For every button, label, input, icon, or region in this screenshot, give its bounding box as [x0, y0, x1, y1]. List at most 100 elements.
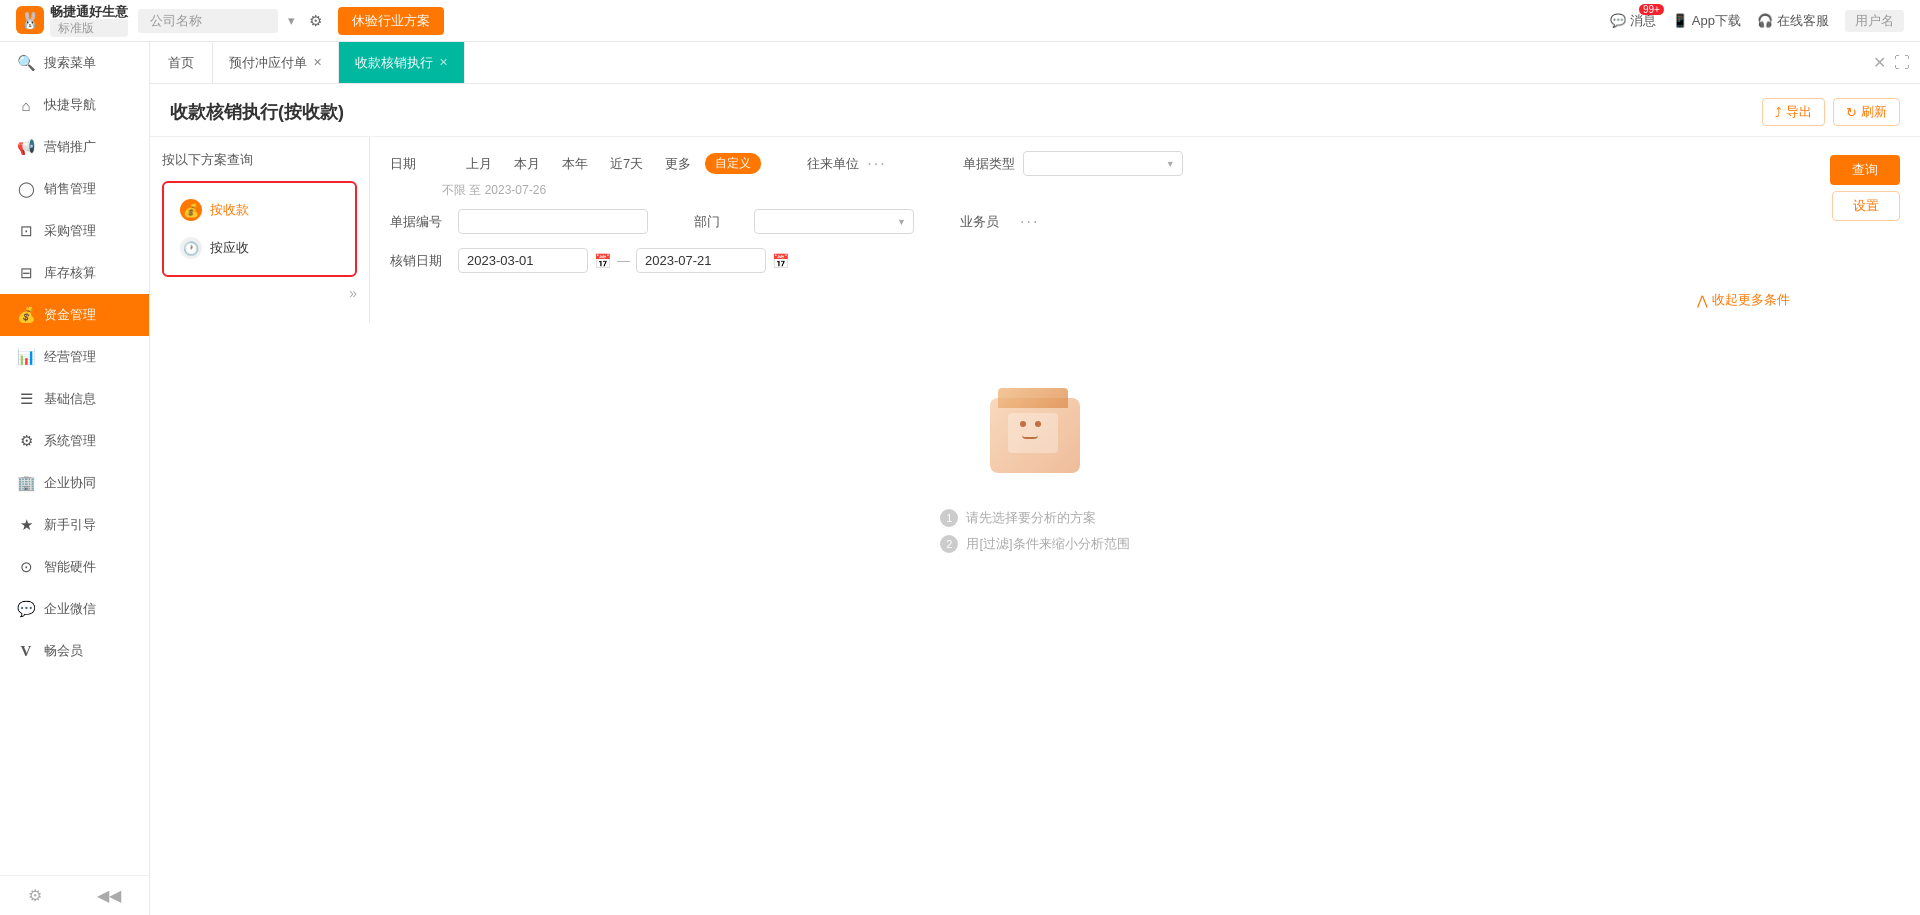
sidebar-item-system[interactable]: ⚙ 系统管理: [0, 420, 149, 462]
setting-button[interactable]: 设置: [1832, 191, 1900, 221]
dept-label: 部门: [694, 213, 746, 231]
sidebar-item-enterprise[interactable]: 🏢 企业协同: [0, 462, 149, 504]
tab-home[interactable]: 首页: [150, 42, 213, 83]
service-icon: 🎧: [1757, 13, 1773, 28]
message-badge: 99+: [1639, 4, 1664, 15]
writeoff-date-end[interactable]: 2023-07-21: [636, 248, 766, 273]
empty-hint-1: 1 请先选择要分析的方案: [940, 509, 1096, 527]
filter-receivable-icon: 🕐: [180, 237, 202, 259]
collapse-more-label: 收起更多条件: [1712, 291, 1790, 309]
sidebar-item-quicknav[interactable]: ⌂ 快捷导航: [0, 84, 149, 126]
tab-prepay-close[interactable]: ✕: [313, 56, 322, 69]
system-icon: ⚙: [16, 432, 36, 450]
page-inner: 收款核销执行(按收款) ⤴ 导出 ↻ 刷新: [150, 84, 1920, 915]
date-btn-lastmonth[interactable]: 上月: [458, 153, 500, 175]
calendar-start-icon[interactable]: 📅: [594, 253, 611, 269]
filter-row-1: 日期 上月 本月 本年 近7天 更多 自定义: [390, 151, 1810, 176]
settings-icon[interactable]: ⚙: [28, 886, 42, 905]
date-label: 日期: [390, 155, 442, 173]
date-btn-more[interactable]: 更多: [657, 153, 699, 175]
home-icon: ⌂: [16, 97, 36, 114]
date-limit-text: 不限 至 2023-07-26: [442, 183, 546, 197]
date-btn-7days[interactable]: 近7天: [602, 153, 651, 175]
topbar: 🐰 畅捷通好生意 标准版 公司名称 ▾ ⚙ 休验行业方案 💬 消息 99+ 📱 …: [0, 0, 1920, 42]
sidebar-item-finance[interactable]: 💰 资金管理: [0, 294, 149, 336]
sidebar-item-inventory[interactable]: ⊟ 库存核算: [0, 252, 149, 294]
operation-icon: 📊: [16, 348, 36, 366]
sidebar-label-inventory: 库存核算: [44, 264, 96, 282]
filter-row-2: 单据编号 部门: [390, 209, 1810, 234]
sidebar-item-member[interactable]: V 畅会员: [0, 630, 149, 672]
sidebar-label-system: 系统管理: [44, 432, 96, 450]
date-btn-thismonth[interactable]: 本月: [506, 153, 548, 175]
calendar-end-icon[interactable]: 📅: [772, 253, 789, 269]
sidebar-item-purchase[interactable]: ⊡ 采购管理: [0, 210, 149, 252]
refresh-icon: ↻: [1846, 105, 1857, 120]
sidebar-label-purchase: 采购管理: [44, 222, 96, 240]
app-download-btn[interactable]: 📱 App下载: [1672, 12, 1741, 30]
tabbar: 首页 预付冲应付单 ✕ 收款核销执行 ✕ ✕ ⛶: [150, 42, 1920, 84]
purchase-icon: ⊡: [16, 222, 36, 240]
sidebar-item-marketing[interactable]: 📢 营销推广: [0, 126, 149, 168]
tab-collection[interactable]: 收款核销执行 ✕: [339, 42, 465, 83]
filter-option-collection[interactable]: 💰 按收款: [164, 191, 355, 229]
filter-collection-icon: 💰: [180, 199, 202, 221]
solution-button[interactable]: 休验行业方案: [338, 7, 444, 35]
tabbar-actions: ✕ ⛶: [1873, 53, 1920, 72]
sidebar-item-sales[interactable]: ◯ 销售管理: [0, 168, 149, 210]
sidebar-item-search[interactable]: 🔍 搜索菜单: [0, 42, 149, 84]
tab-collection-label: 收款核销执行: [355, 54, 433, 72]
message-btn[interactable]: 💬 消息 99+: [1610, 12, 1656, 30]
expand-icon[interactable]: ⛶: [1894, 54, 1910, 72]
export-button[interactable]: ⤴ 导出: [1762, 98, 1825, 126]
page-content: 收款核销执行(按收款) ⤴ 导出 ↻ 刷新: [150, 84, 1920, 915]
date-btn-thisyear[interactable]: 本年: [554, 153, 596, 175]
staff-dots[interactable]: ···: [1020, 213, 1039, 231]
collapse-sidebar-icon[interactable]: ◀◀: [97, 886, 121, 905]
hardware-icon: ⊙: [16, 558, 36, 576]
hint2-num: 2: [940, 535, 958, 553]
sidebar-bottom: ⚙ ◀◀: [0, 875, 149, 915]
hint2-text: 用[过滤]条件来缩小分析范围: [966, 535, 1129, 553]
sidebar-item-basicinfo[interactable]: ☰ 基础信息: [0, 378, 149, 420]
collapse-arrow-icon: ⋀: [1697, 293, 1708, 308]
writeoff-date-label: 核销日期: [390, 252, 442, 270]
sidebar-label-guide: 新手引导: [44, 516, 96, 534]
sidebar-item-guide[interactable]: ★ 新手引导: [0, 504, 149, 546]
sidebar-item-operation[interactable]: 📊 经营管理: [0, 336, 149, 378]
sidebar-item-hardware[interactable]: ⊙ 智能硬件: [0, 546, 149, 588]
writeoff-date-start[interactable]: 2023-03-01: [458, 248, 588, 273]
sidebar-item-wechat[interactable]: 💬 企业微信: [0, 588, 149, 630]
filter-form: 日期 上月 本月 本年 近7天 更多 自定义: [370, 137, 1920, 323]
company-selector[interactable]: 公司名称: [138, 9, 278, 33]
guide-icon: ★: [16, 516, 36, 534]
user-menu[interactable]: 用户名: [1845, 10, 1904, 32]
filter-panel-title: 按以下方案查询: [162, 151, 357, 169]
company-dropdown-icon[interactable]: ▾: [288, 13, 295, 28]
marketing-icon: 📢: [16, 138, 36, 156]
tab-collection-close[interactable]: ✕: [439, 56, 448, 69]
collapse-more-section: ⋀ 收起更多条件: [390, 287, 1810, 309]
filter-option-receivable[interactable]: 🕐 按应收: [164, 229, 355, 267]
empty-face-eye-right: [1035, 421, 1041, 427]
date-custom-badge[interactable]: 自定义: [705, 153, 761, 174]
doc-type-select[interactable]: [1023, 151, 1183, 176]
filter-row-3: 核销日期 2023-03-01 📅 — 2023-07-21 📅: [390, 248, 1810, 273]
sidebar-label-finance: 资金管理: [44, 306, 96, 324]
empty-hint-text: 1 请先选择要分析的方案 2 用[过滤]条件来缩小分析范围: [940, 509, 1129, 553]
topbar-right: 💬 消息 99+ 📱 App下载 🎧 在线客服 用户名: [1610, 10, 1904, 32]
dept-select[interactable]: [754, 209, 914, 234]
close-window-icon[interactable]: ✕: [1873, 53, 1886, 72]
query-button[interactable]: 查询: [1830, 155, 1900, 185]
filter-panel: 按以下方案查询 💰 按收款 🕐 按应收 »: [150, 137, 1920, 323]
collapse-left-icon[interactable]: »: [349, 285, 357, 301]
service-btn[interactable]: 🎧 在线客服: [1757, 12, 1829, 30]
collapse-more-btn[interactable]: ⋀ 收起更多条件: [1697, 291, 1790, 309]
gear-icon[interactable]: ⚙: [309, 12, 322, 30]
refresh-button[interactable]: ↻ 刷新: [1833, 98, 1900, 126]
tab-prepay[interactable]: 预付冲应付单 ✕: [213, 42, 339, 83]
sidebar: 🔍 搜索菜单 ⌂ 快捷导航 📢 营销推广 ◯ 销售管理 ⊡ 采购管理 ⊟ 库存核…: [0, 42, 150, 915]
counterpart-dots[interactable]: ···: [867, 155, 886, 173]
sidebar-label-operation: 经营管理: [44, 348, 96, 366]
doc-no-input[interactable]: [458, 209, 648, 234]
